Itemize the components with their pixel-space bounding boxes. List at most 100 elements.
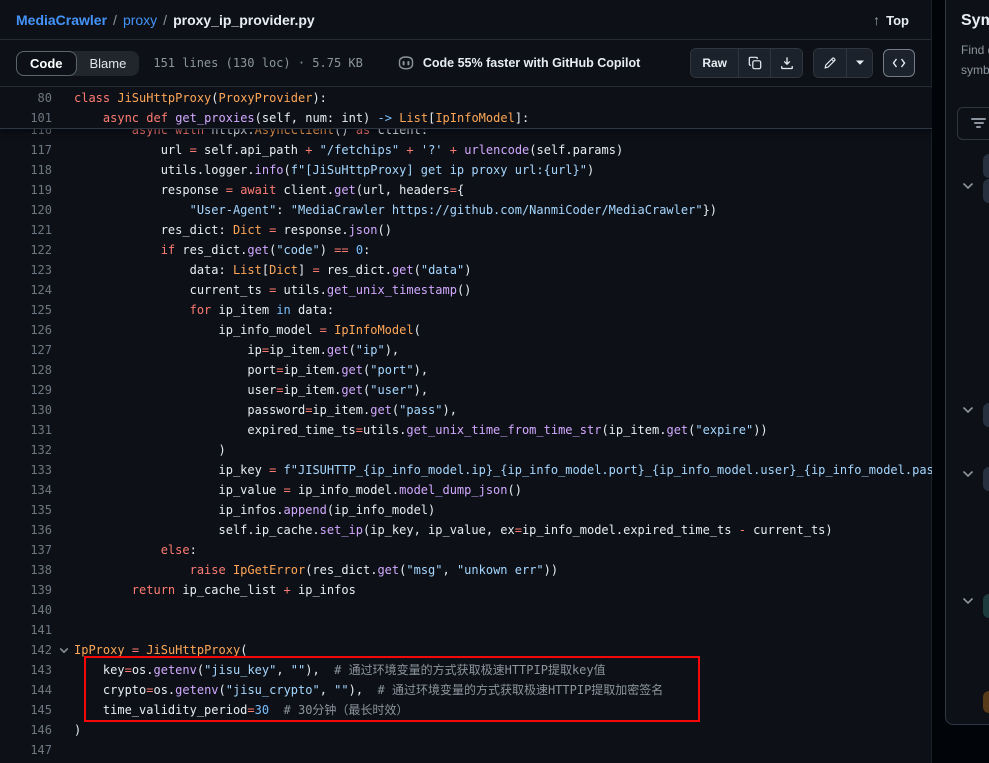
line-gutter: [54, 240, 74, 260]
chevron-down-icon[interactable]: [962, 406, 974, 414]
code-line-122: 122 if res_dict.get("code") == 0:: [0, 240, 932, 260]
chevron-down-icon[interactable]: [962, 597, 974, 605]
download-button[interactable]: [770, 49, 802, 77]
code-line-120: 120 "User-Agent": "MediaCrawler https://…: [0, 200, 932, 220]
symbol-item[interactable]: [983, 154, 989, 178]
line-number[interactable]: 135: [0, 500, 54, 520]
line-number[interactable]: 124: [0, 280, 54, 300]
line-number[interactable]: 132: [0, 440, 54, 460]
chevron-down-icon[interactable]: [962, 470, 974, 478]
code-line-143: 143 key=os.getenv("jisu_key", ""), # 通过环…: [0, 660, 932, 680]
copilot-banner[interactable]: Code 55% faster with GitHub Copilot: [397, 55, 640, 71]
line-number[interactable]: 119: [0, 180, 54, 200]
symbol-item[interactable]: [983, 403, 989, 427]
line-number[interactable]: 134: [0, 480, 54, 500]
breadcrumb-folder-link[interactable]: proxy: [123, 12, 157, 28]
line-number[interactable]: 131: [0, 420, 54, 440]
breadcrumb: MediaCrawler / proxy / proxy_ip_provider…: [0, 0, 931, 40]
code-text: class JiSuHttpProxy(ProxyProvider):: [74, 88, 327, 108]
line-number[interactable]: 128: [0, 360, 54, 380]
line-number[interactable]: 126: [0, 320, 54, 340]
line-number[interactable]: 142: [0, 640, 54, 660]
line-number[interactable]: 130: [0, 400, 54, 420]
line-gutter: [54, 740, 74, 760]
code-text: ): [74, 720, 81, 740]
copy-raw-button[interactable]: [738, 49, 770, 77]
code-line-131: 131 expired_time_ts=utils.get_unix_time_…: [0, 420, 932, 440]
breadcrumb-filename: proxy_ip_provider.py: [173, 12, 315, 28]
line-gutter: [54, 200, 74, 220]
line-gutter: [54, 540, 74, 560]
code-text: crypto=os.getenv("jisu_crypto", ""), # 通…: [74, 680, 663, 700]
code-line-134: 134 ip_value = ip_info_model.model_dump_…: [0, 480, 932, 500]
code-line-117: 117 url = self.api_path + "/fetchips" + …: [0, 140, 932, 160]
line-number[interactable]: 138: [0, 560, 54, 580]
line-number[interactable]: 137: [0, 540, 54, 560]
line-gutter: [54, 220, 74, 240]
code-text: async def get_proxies(self, num: int) ->…: [74, 108, 529, 128]
code-text: ip_info_model = IpInfoModel(: [74, 320, 421, 340]
line-number[interactable]: 101: [0, 108, 54, 128]
code-line-147: 147: [0, 740, 932, 760]
code-line-127: 127 ip=ip_item.get("ip"),: [0, 340, 932, 360]
line-number[interactable]: 145: [0, 700, 54, 720]
copilot-icon: [397, 55, 415, 71]
code-line-137: 137 else:: [0, 540, 932, 560]
code-viewer: 116 async with httpx.AsyncClient() as cl…: [0, 88, 932, 763]
breadcrumb-separator: /: [163, 12, 167, 28]
line-gutter: [54, 280, 74, 300]
line-number[interactable]: 80: [0, 88, 54, 108]
chevron-down-icon[interactable]: [962, 182, 974, 190]
line-number[interactable]: 123: [0, 260, 54, 280]
line-number[interactable]: 140: [0, 600, 54, 620]
line-gutter: [54, 88, 74, 108]
symbol-item[interactable]: [983, 594, 989, 618]
breadcrumb-repo-link[interactable]: MediaCrawler: [16, 12, 107, 28]
code-line-135: 135 ip_infos.append(ip_info_model): [0, 500, 932, 520]
line-number[interactable]: 136: [0, 520, 54, 540]
line-number[interactable]: 125: [0, 300, 54, 320]
line-number[interactable]: 139: [0, 580, 54, 600]
line-number[interactable]: 121: [0, 220, 54, 240]
code-text: user=ip_item.get("user"),: [74, 380, 428, 400]
line-number[interactable]: 127: [0, 340, 54, 360]
line-number[interactable]: 141: [0, 620, 54, 640]
raw-button[interactable]: Raw: [691, 49, 738, 77]
line-number[interactable]: 147: [0, 740, 54, 760]
symbols-icon: [892, 58, 906, 68]
line-number[interactable]: 120: [0, 200, 54, 220]
code-line-119: 119 response = await client.get(url, hea…: [0, 180, 932, 200]
collapse-chevron-icon[interactable]: [59, 647, 69, 654]
back-to-top-link[interactable]: ↑ Top: [873, 0, 909, 40]
code-text: if res_dict.get("code") == 0:: [74, 240, 370, 260]
code-line-133: 133 ip_key = f"JISUHTTP_{ip_info_model.i…: [0, 460, 932, 480]
edit-dropdown-button[interactable]: [846, 49, 872, 77]
line-gutter: [54, 400, 74, 420]
line-number[interactable]: 146: [0, 720, 54, 740]
line-number[interactable]: 133: [0, 460, 54, 480]
edit-group: [813, 48, 873, 78]
symbols-filter-button[interactable]: [957, 107, 989, 140]
tab-blame[interactable]: Blame: [77, 51, 140, 76]
symbol-item[interactable]: [983, 467, 989, 491]
line-number[interactable]: 122: [0, 240, 54, 260]
symbol-item[interactable]: [983, 691, 989, 713]
line-gutter: [54, 300, 74, 320]
line-number[interactable]: 144: [0, 680, 54, 700]
line-gutter: [54, 600, 74, 620]
line-number[interactable]: 118: [0, 160, 54, 180]
line-gutter: [54, 320, 74, 340]
code-text: utils.logger.info(f"[JiSuHttpProxy] get …: [74, 160, 594, 180]
symbols-toggle-button[interactable]: [883, 49, 915, 77]
line-number[interactable]: 117: [0, 140, 54, 160]
edit-button[interactable]: [814, 49, 846, 77]
tab-code[interactable]: Code: [16, 51, 77, 76]
code-line-144: 144 crypto=os.getenv("jisu_crypto", ""),…: [0, 680, 932, 700]
line-gutter: [54, 720, 74, 740]
line-number[interactable]: 143: [0, 660, 54, 680]
symbol-item[interactable]: [983, 179, 989, 203]
line-gutter: [54, 260, 74, 280]
code-line-139: 139 return ip_cache_list + ip_infos: [0, 580, 932, 600]
line-gutter: [54, 580, 74, 600]
line-number[interactable]: 129: [0, 380, 54, 400]
